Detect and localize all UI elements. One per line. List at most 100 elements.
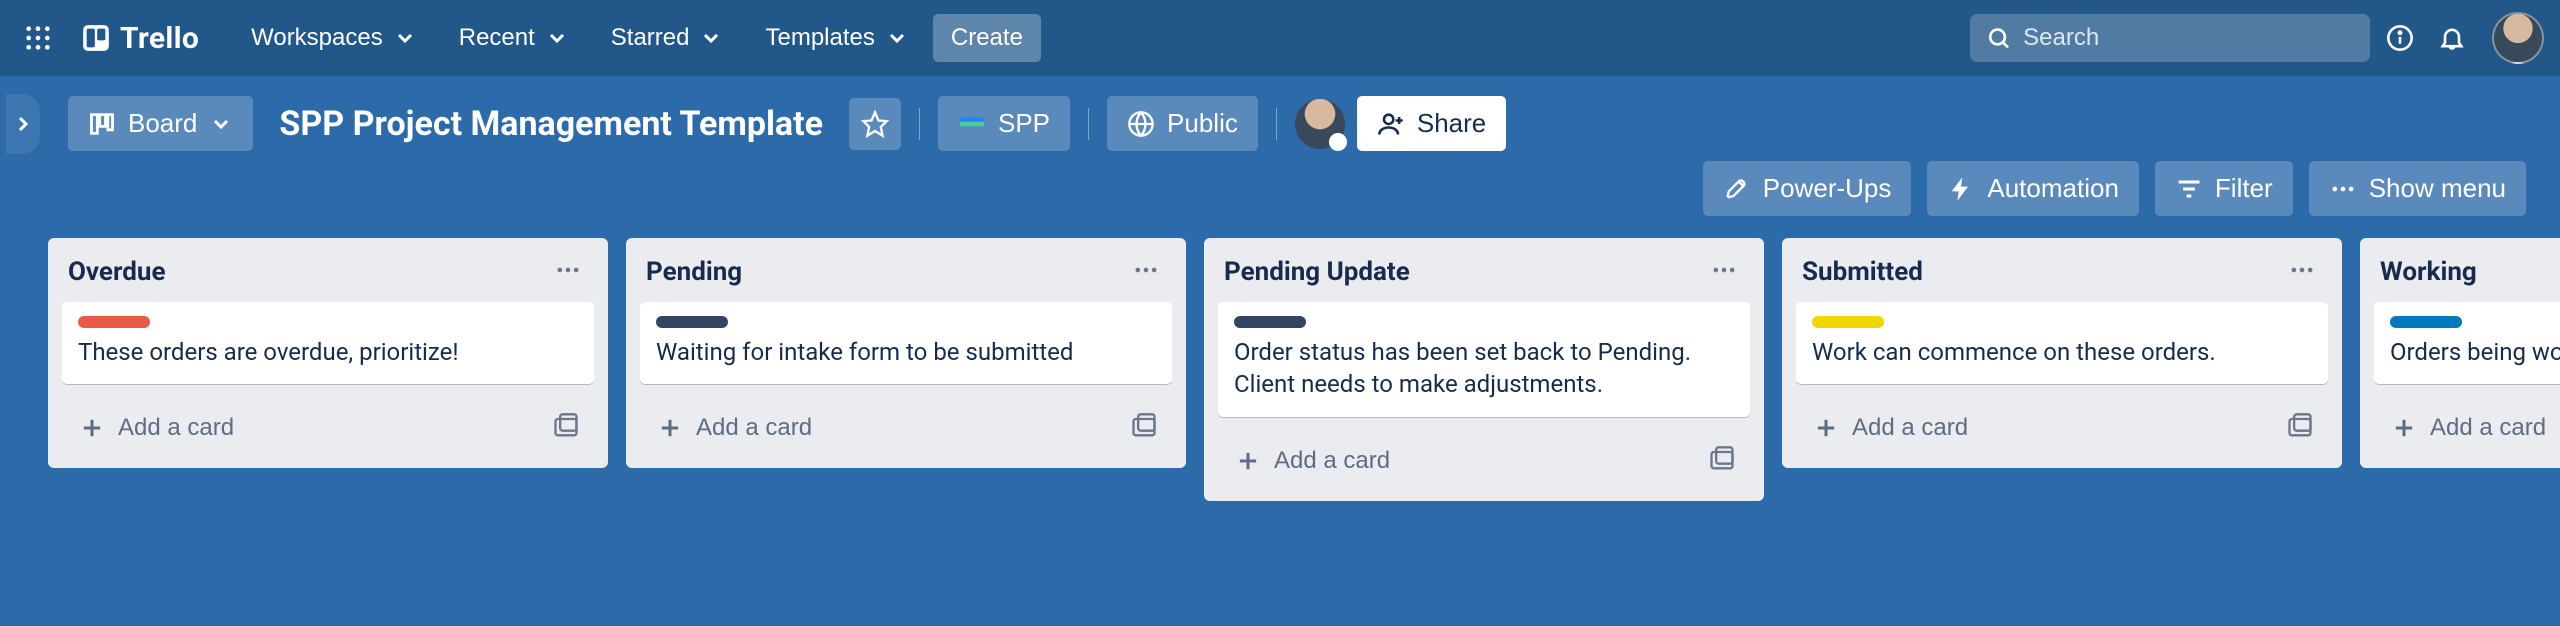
header-divider <box>919 108 920 140</box>
card-label[interactable] <box>2390 316 2462 328</box>
list: Working Orders being worked on Add a car… <box>2360 238 2560 468</box>
ellipsis-icon <box>1132 256 1160 284</box>
list: Pending Waiting for intake form to be su… <box>626 238 1186 468</box>
nav-starred[interactable]: Starred <box>593 14 742 62</box>
template-icon <box>552 412 580 440</box>
nav-templates[interactable]: Templates <box>747 14 926 62</box>
visibility-label: Public <box>1167 108 1238 139</box>
power-ups-button[interactable]: Power-Ups <box>1703 161 1912 216</box>
list-footer: Add a card <box>640 394 1172 460</box>
filter-button[interactable]: Filter <box>2155 161 2293 216</box>
user-plus-icon <box>1377 110 1405 138</box>
filter-icon <box>2175 175 2203 203</box>
info-button[interactable] <box>2378 16 2422 60</box>
share-button-label: Share <box>1417 108 1486 139</box>
trello-logo-icon <box>82 24 110 52</box>
list-menu-button[interactable] <box>1704 252 1744 292</box>
chevron-down-icon <box>545 26 569 50</box>
plus-icon <box>1234 447 1262 475</box>
list-header: Overdue <box>62 252 594 292</box>
add-card-button[interactable]: Add a card <box>1226 441 1702 481</box>
globe-icon <box>1127 110 1155 138</box>
board-canvas[interactable]: Overdue These orders are overdue, priori… <box>0 228 2560 610</box>
bell-icon <box>2438 24 2466 52</box>
nav-recent[interactable]: Recent <box>441 14 587 62</box>
card-text: Orders being worked on <box>2390 336 2560 368</box>
card-text: These orders are overdue, prioritize! <box>78 336 578 368</box>
show-menu-label: Show menu <box>2369 173 2506 204</box>
sidebar-expand-button[interactable] <box>6 94 40 154</box>
trello-logo[interactable]: Trello <box>68 21 213 56</box>
list-title[interactable]: Overdue <box>68 257 166 287</box>
workspace-label: SPP <box>998 108 1050 139</box>
card-template-button[interactable] <box>1702 439 1742 483</box>
card[interactable]: Orders being worked on <box>2374 302 2560 384</box>
add-card-button[interactable]: Add a card <box>70 408 546 448</box>
add-card-label: Add a card <box>2430 414 2546 442</box>
workspace-icon <box>958 110 986 138</box>
app-switcher-button[interactable] <box>16 16 60 60</box>
list-footer: Add a card <box>2374 394 2560 460</box>
card-text: Work can commence on these orders. <box>1812 336 2312 368</box>
add-card-label: Add a card <box>1274 447 1390 475</box>
add-card-button[interactable]: Add a card <box>2382 408 2560 448</box>
board-title[interactable]: SPP Project Management Template <box>265 104 837 144</box>
chevron-down-icon <box>393 26 417 50</box>
ellipsis-icon <box>554 256 582 284</box>
nav-recent-label: Recent <box>459 24 535 52</box>
search-input[interactable] <box>2023 24 2354 52</box>
card-label[interactable] <box>1812 316 1884 328</box>
create-button-label: Create <box>951 24 1023 52</box>
card[interactable]: These orders are overdue, prioritize! <box>62 302 594 384</box>
create-button[interactable]: Create <box>933 14 1041 62</box>
nav-workspaces[interactable]: Workspaces <box>233 14 435 62</box>
add-card-button[interactable]: Add a card <box>648 408 1124 448</box>
ellipsis-icon <box>2288 256 2316 284</box>
visibility-button[interactable]: Public <box>1107 96 1258 151</box>
board-header: Board SPP Project Management Template SP… <box>10 86 2550 161</box>
list-title[interactable]: Submitted <box>1802 257 1923 287</box>
card-label[interactable] <box>78 316 150 328</box>
automation-button[interactable]: Automation <box>1927 161 2139 216</box>
star-icon <box>861 110 889 138</box>
list-title[interactable]: Pending Update <box>1224 257 1410 287</box>
template-icon <box>1708 445 1736 473</box>
chevron-down-icon <box>885 26 909 50</box>
apps-grid-icon <box>24 24 52 52</box>
card[interactable]: Order status has been set back to Pendin… <box>1218 302 1750 417</box>
card-template-button[interactable] <box>2280 406 2320 450</box>
add-card-button[interactable]: Add a card <box>1804 408 2280 448</box>
card[interactable]: Waiting for intake form to be submitted <box>640 302 1172 384</box>
plus-icon <box>1812 414 1840 442</box>
list-title[interactable]: Working <box>2380 257 2477 287</box>
plus-icon <box>78 414 106 442</box>
template-icon <box>2286 412 2314 440</box>
bolt-icon <box>1947 175 1975 203</box>
share-button[interactable]: Share <box>1357 96 1506 151</box>
account-avatar[interactable] <box>2492 12 2544 64</box>
board-member-avatar[interactable] <box>1295 99 1345 149</box>
card[interactable]: Work can commence on these orders. <box>1796 302 2328 384</box>
search-box[interactable] <box>1970 14 2370 62</box>
chevron-down-icon <box>699 26 723 50</box>
list-title[interactable]: Pending <box>646 257 742 287</box>
board-header-area: Board SPP Project Management Template SP… <box>0 76 2560 228</box>
card-label[interactable] <box>656 316 728 328</box>
add-card-label: Add a card <box>118 414 234 442</box>
card-template-button[interactable] <box>1124 406 1164 450</box>
card-label[interactable] <box>1234 316 1306 328</box>
notifications-button[interactable] <box>2430 16 2474 60</box>
plus-icon <box>656 414 684 442</box>
board-view-icon <box>88 110 116 138</box>
view-switcher[interactable]: Board <box>68 96 253 151</box>
star-board-button[interactable] <box>849 98 901 150</box>
chevron-right-icon <box>11 112 35 136</box>
workspace-button[interactable]: SPP <box>938 96 1070 151</box>
card-template-button[interactable] <box>546 406 586 450</box>
list-menu-button[interactable] <box>2282 252 2322 292</box>
list-menu-button[interactable] <box>548 252 588 292</box>
list-footer: Add a card <box>1218 427 1750 493</box>
show-menu-button[interactable]: Show menu <box>2309 161 2526 216</box>
nav-starred-label: Starred <box>611 24 690 52</box>
list-menu-button[interactable] <box>1126 252 1166 292</box>
